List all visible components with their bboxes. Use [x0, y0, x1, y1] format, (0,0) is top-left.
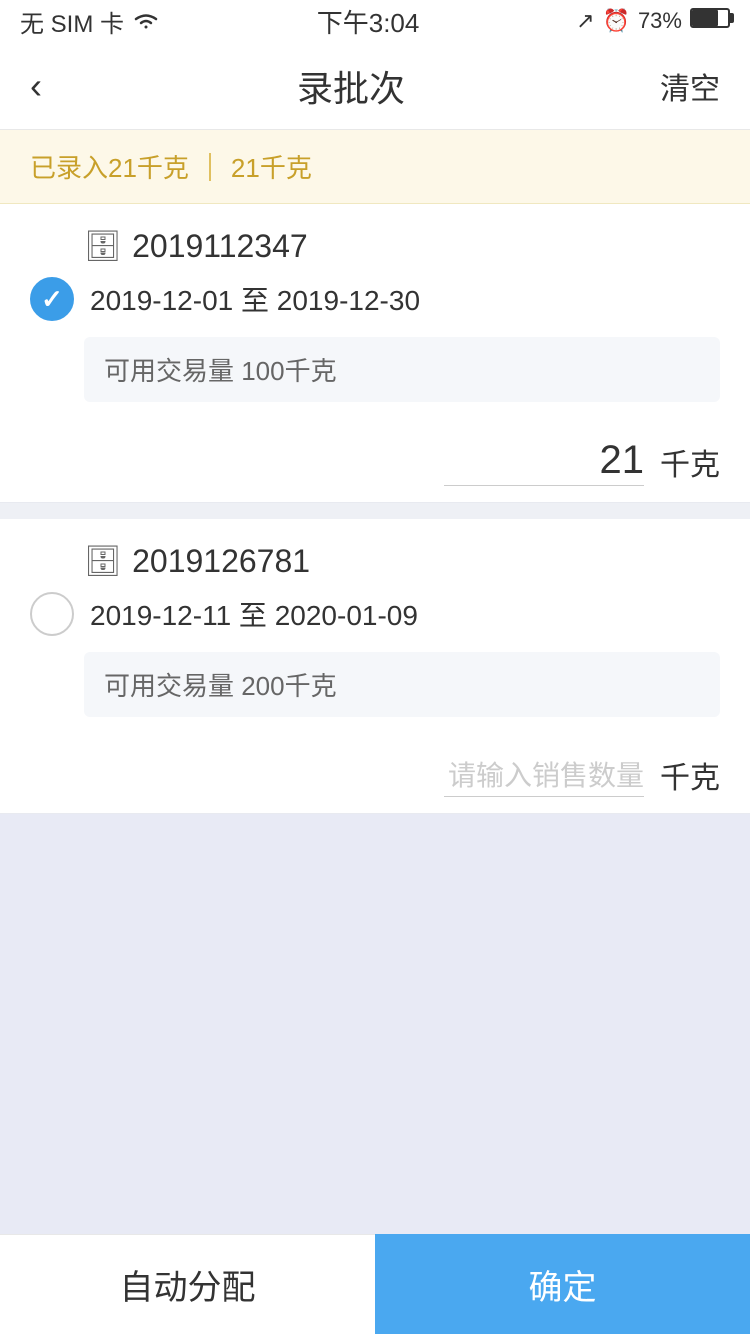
batch-id-1: 2019112347	[132, 228, 308, 265]
battery-icon	[690, 8, 730, 28]
batch-date-1: 2019-12-01 至 2019-12-30	[90, 279, 420, 319]
location-icon: ↗	[576, 8, 594, 34]
status-bar-left: 无 SIM 卡	[20, 4, 160, 39]
info-banner: 已录入21千克 21千克	[0, 130, 750, 204]
batch-id-icon-2: 🗄	[84, 544, 122, 579]
batch-card-2: 🗄 2019126781 2019-12-11 至 2020-01-09 可用交…	[0, 519, 750, 814]
batch-id-2: 2019126781	[132, 543, 310, 580]
clear-button[interactable]: 清空	[660, 64, 720, 108]
total-label: 21千克	[231, 148, 312, 185]
batch-id-row-1: 🗄 2019112347	[30, 228, 720, 265]
qty-row-2: 请输入销售数量 千克	[0, 737, 750, 814]
batch-date-2: 2019-12-11 至 2020-01-09	[90, 594, 418, 634]
batch-card-1: 🗄 2019112347 2019-12-01 至 2019-12-30 可用交…	[0, 204, 750, 503]
back-button[interactable]: ‹	[30, 65, 42, 107]
batch-item-1: 🗄 2019112347 2019-12-01 至 2019-12-30 可用交…	[0, 204, 750, 402]
batch-date-row-2[interactable]: 2019-12-11 至 2020-01-09	[30, 592, 720, 636]
battery-percent: 73%	[638, 8, 682, 34]
wifi-icon	[132, 11, 160, 31]
qty-underline-1	[444, 485, 644, 486]
recorded-label: 已录入21千克	[30, 148, 189, 185]
available-qty-2: 可用交易量 200千克	[84, 652, 720, 717]
qty-unit-2: 千克	[660, 753, 720, 797]
available-qty-1: 可用交易量 100千克	[84, 337, 720, 402]
section-divider	[0, 503, 750, 519]
qty-placeholder-2[interactable]: 请输入销售数量	[448, 754, 644, 794]
qty-row-1: 21 千克	[0, 422, 750, 503]
auto-distribute-button[interactable]: 自动分配	[0, 1234, 375, 1334]
qty-input-wrapper-2: 请输入销售数量	[444, 754, 644, 797]
status-bar-right: ↗ ⏰ 73%	[576, 8, 730, 34]
qty-value-1[interactable]: 21	[600, 438, 645, 483]
qty-input-wrapper-1: 21	[444, 438, 644, 486]
alarm-icon: ⏰	[603, 8, 630, 34]
qty-underline-2	[444, 796, 644, 797]
batch-item-2: 🗄 2019126781 2019-12-11 至 2020-01-09 可用交…	[0, 519, 750, 717]
status-bar-time: 下午3:04	[317, 3, 420, 40]
status-bar: 无 SIM 卡 下午3:04 ↗ ⏰ 73%	[0, 0, 750, 42]
batch-id-row-2: 🗄 2019126781	[30, 543, 720, 580]
carrier-text: 无 SIM 卡	[20, 4, 124, 39]
batch-date-row-1[interactable]: 2019-12-01 至 2019-12-30	[30, 277, 720, 321]
radio-1[interactable]	[30, 277, 74, 321]
info-divider	[209, 153, 211, 181]
page-title: 录批次	[297, 60, 405, 112]
qty-unit-1: 千克	[660, 440, 720, 484]
confirm-button[interactable]: 确定	[375, 1234, 750, 1334]
radio-2[interactable]	[30, 592, 74, 636]
nav-bar: ‹ 录批次 清空	[0, 42, 750, 130]
batch-id-icon-1: 🗄	[84, 229, 122, 264]
footer: 自动分配 确定	[0, 1234, 750, 1334]
